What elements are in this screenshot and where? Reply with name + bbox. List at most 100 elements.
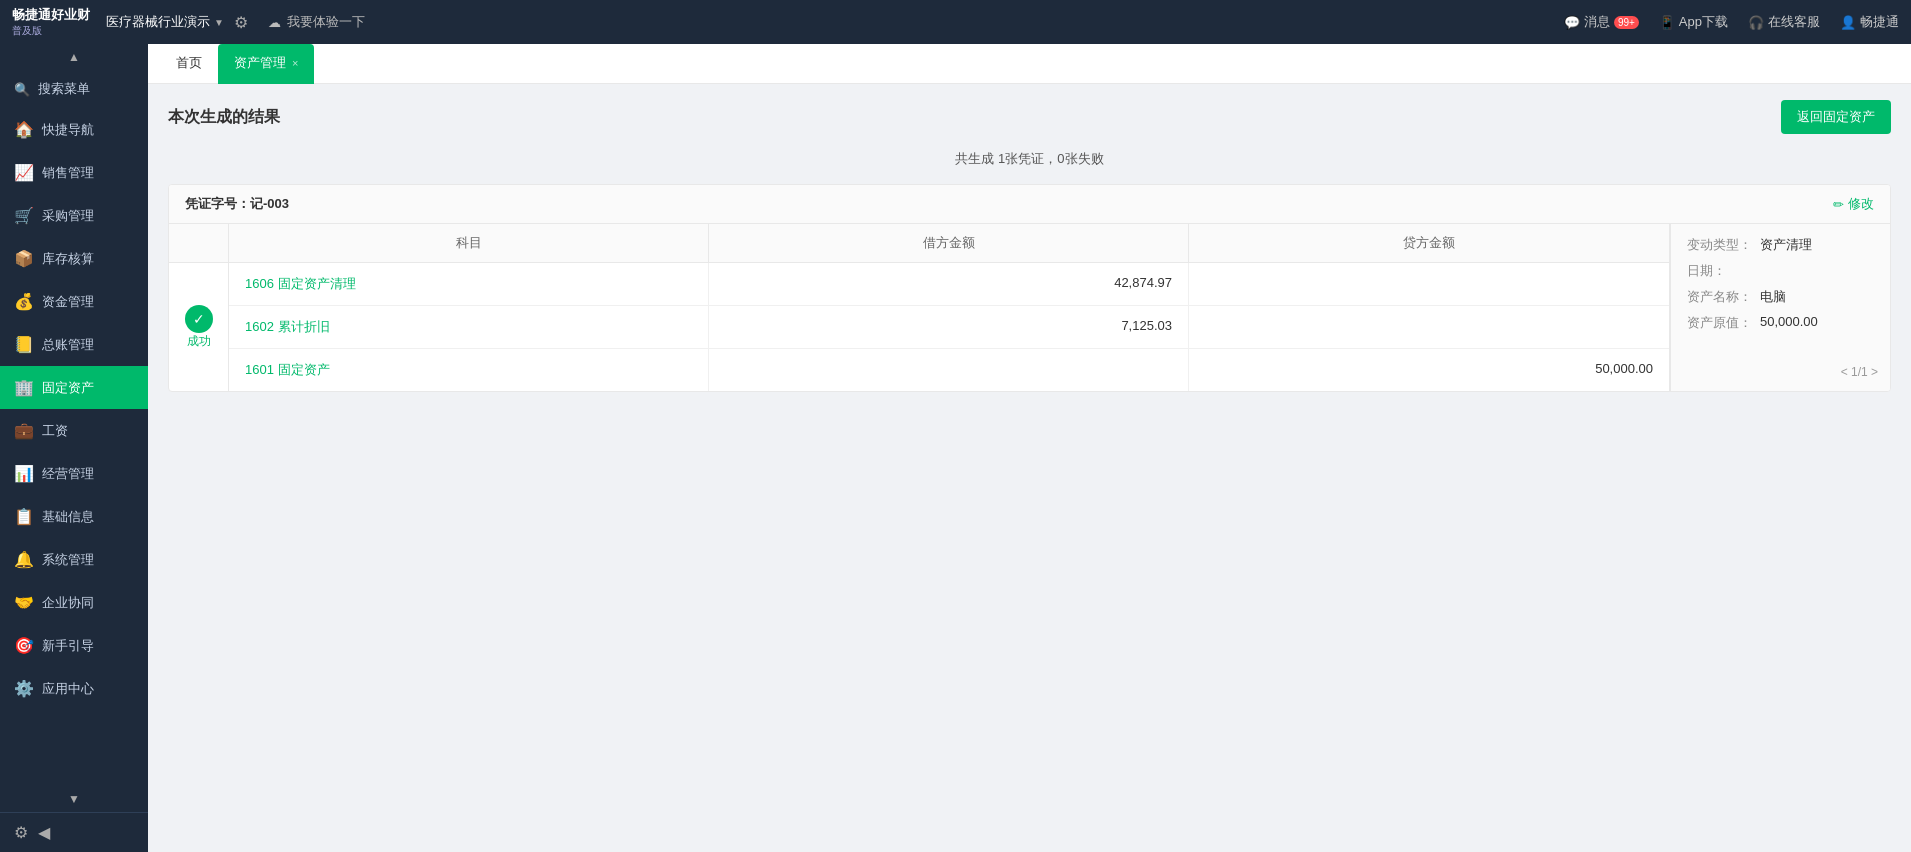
table-row: 1602 累计折旧 7,125.03	[229, 306, 1669, 349]
message-btn[interactable]: 💬 消息 99+	[1564, 13, 1639, 31]
scroll-down-icon[interactable]: ▼	[60, 790, 88, 808]
cloud-icon: ☁	[268, 15, 281, 30]
finance-icon: 💰	[14, 292, 34, 311]
content-area: 首页 资产管理 × 本次生成的结果 返回固定资产 共生成 1张凭证，0张失败 凭…	[148, 44, 1911, 852]
date-label: 日期：	[1687, 262, 1726, 280]
header-credit: 贷方金额	[1189, 224, 1669, 262]
voucher-table: 科目 借方金额 贷方金额 ✓ 成功	[169, 224, 1670, 391]
page-title: 本次生成的结果	[168, 107, 280, 128]
guide-icon: 🎯	[14, 636, 34, 655]
success-label: 成功	[187, 333, 211, 350]
voucher-card: 凭证字号：记-003 ✏ 修改 科目 借方金额 贷方金额	[168, 184, 1891, 392]
original-value-label: 资产原值：	[1687, 314, 1752, 332]
result-header: 本次生成的结果 返回固定资产	[168, 100, 1891, 134]
scroll-up-icon[interactable]: ▲	[60, 48, 88, 66]
logo: 畅捷通好业财 普及版	[12, 7, 90, 37]
sidebar-item-ledger[interactable]: 📒 总账管理	[0, 323, 148, 366]
sidebar-item-guide[interactable]: 🎯 新手引导	[0, 624, 148, 667]
tab-asset-management[interactable]: 资产管理 ×	[218, 44, 314, 84]
sidebar-scroll-down[interactable]: ▼	[0, 786, 148, 812]
tab-home[interactable]: 首页	[160, 44, 218, 84]
edit-button[interactable]: ✏ 修改	[1833, 195, 1874, 213]
sidebar: ▲ 🔍 搜索菜单 🏠 快捷导航 📈 销售管理 🛒 采购管理 📦 库存核算	[0, 44, 148, 852]
table-row: 1606 固定资产清理 42,874.97	[229, 263, 1669, 306]
table-data-rows: ✓ 成功 1606 固定资产清理 42,874.97	[169, 263, 1669, 391]
success-icon: ✓	[185, 305, 213, 333]
message-badge: 99+	[1614, 16, 1639, 29]
cell-debit-2: 7,125.03	[709, 306, 1189, 348]
tab-close-icon[interactable]: ×	[292, 57, 298, 69]
headset-icon: 🎧	[1748, 15, 1764, 30]
data-rows: 1606 固定资产清理 42,874.97 1602 累计折旧 7,125.03	[229, 263, 1669, 391]
asset-name-row: 资产名称： 电脑	[1687, 288, 1874, 306]
main-layout: ▲ 🔍 搜索菜单 🏠 快捷导航 📈 销售管理 🛒 采购管理 📦 库存核算	[0, 44, 1911, 852]
change-type-label: 变动类型：	[1687, 236, 1752, 254]
cell-subject-3[interactable]: 1601 固定资产	[229, 349, 709, 391]
tab-bar: 首页 资产管理 ×	[148, 44, 1911, 84]
ledger-icon: 📒	[14, 335, 34, 354]
sidebar-item-basic-info[interactable]: 📋 基础信息	[0, 495, 148, 538]
sidebar-item-purchase[interactable]: 🛒 采购管理	[0, 194, 148, 237]
sidebar-item-cooperation[interactable]: 🤝 企业协同	[0, 581, 148, 624]
cell-credit-2	[1189, 306, 1669, 348]
header-subject: 科目	[229, 224, 709, 262]
sidebar-item-fixed-assets[interactable]: 🏢 固定资产	[0, 366, 148, 409]
company-selector[interactable]: 医疗器械行业演示 ▼	[106, 13, 224, 31]
try-experience[interactable]: ☁ 我要体验一下	[248, 13, 1564, 31]
header-debit: 借方金额	[709, 224, 1189, 262]
sidebar-item-system[interactable]: 🔔 系统管理	[0, 538, 148, 581]
user-menu[interactable]: 👤 畅捷通	[1840, 13, 1899, 31]
table-header: 科目 借方金额 贷方金额	[169, 224, 1669, 263]
cell-credit-3: 50,000.00	[1189, 349, 1669, 391]
sidebar-item-app-center[interactable]: ⚙️ 应用中心	[0, 667, 148, 710]
table-row: 1601 固定资产 50,000.00	[229, 349, 1669, 391]
asset-name-label: 资产名称：	[1687, 288, 1752, 306]
sidebar-scroll-up[interactable]: ▲	[0, 44, 148, 70]
sidebar-item-inventory[interactable]: 📦 库存核算	[0, 237, 148, 280]
asset-name-value: 电脑	[1760, 288, 1786, 306]
system-icon: 🔔	[14, 550, 34, 569]
sidebar-item-quick-nav[interactable]: 🏠 快捷导航	[0, 108, 148, 151]
voucher-right-panel: 变动类型： 资产清理 日期： 资产名称： 电脑 资产原值：	[1670, 224, 1890, 391]
gear-icon[interactable]: ⚙	[234, 13, 248, 32]
customer-service-btn[interactable]: 🎧 在线客服	[1748, 13, 1820, 31]
change-type-row: 变动类型： 资产清理	[1687, 236, 1874, 254]
cell-debit-1: 42,874.97	[709, 263, 1189, 305]
original-value-row: 资产原值： 50,000.00	[1687, 314, 1874, 332]
voucher-body: 科目 借方金额 贷方金额 ✓ 成功	[169, 224, 1890, 391]
topbar: 畅捷通好业财 普及版 医疗器械行业演示 ▼ ⚙ ☁ 我要体验一下 💬 消息 99…	[0, 0, 1911, 44]
purchase-icon: 🛒	[14, 206, 34, 225]
sidebar-bottom: ⚙ ◀	[0, 812, 148, 852]
inventory-icon: 📦	[14, 249, 34, 268]
return-button[interactable]: 返回固定资产	[1781, 100, 1891, 134]
sales-icon: 📈	[14, 163, 34, 182]
sidebar-item-sales[interactable]: 📈 销售管理	[0, 151, 148, 194]
app-download-btn[interactable]: 📱 App下载	[1659, 13, 1728, 31]
fixed-assets-icon: 🏢	[14, 378, 34, 397]
operations-icon: 📊	[14, 464, 34, 483]
sidebar-item-finance[interactable]: 💰 资金管理	[0, 280, 148, 323]
message-icon: 💬	[1564, 15, 1580, 30]
summary-text: 共生成 1张凭证，0张失败	[168, 150, 1891, 168]
cell-subject-1[interactable]: 1606 固定资产清理	[229, 263, 709, 305]
basic-info-icon: 📋	[14, 507, 34, 526]
pagination[interactable]: < 1/1 >	[1841, 365, 1878, 379]
cell-debit-3	[709, 349, 1189, 391]
change-type-value: 资产清理	[1760, 236, 1812, 254]
sidebar-item-search[interactable]: 🔍 搜索菜单	[0, 70, 148, 108]
cooperation-icon: 🤝	[14, 593, 34, 612]
page-content: 本次生成的结果 返回固定资产 共生成 1张凭证，0张失败 凭证字号：记-003 …	[148, 84, 1911, 852]
search-icon: 🔍	[14, 82, 30, 97]
settings-icon[interactable]: ⚙	[14, 823, 28, 842]
sidebar-menu: 🔍 搜索菜单 🏠 快捷导航 📈 销售管理 🛒 采购管理 📦 库存核算 💰	[0, 70, 148, 786]
voucher-number: 凭证字号：记-003	[185, 195, 289, 213]
edit-icon: ✏	[1833, 197, 1844, 212]
collapse-icon[interactable]: ◀	[38, 823, 50, 842]
cell-subject-2[interactable]: 1602 累计折旧	[229, 306, 709, 348]
sidebar-item-operations[interactable]: 📊 经营管理	[0, 452, 148, 495]
original-value-value: 50,000.00	[1760, 314, 1818, 329]
sidebar-item-payroll[interactable]: 💼 工资	[0, 409, 148, 452]
app-center-icon: ⚙️	[14, 679, 34, 698]
status-col: ✓ 成功	[169, 263, 229, 391]
voucher-header: 凭证字号：记-003 ✏ 修改	[169, 185, 1890, 224]
